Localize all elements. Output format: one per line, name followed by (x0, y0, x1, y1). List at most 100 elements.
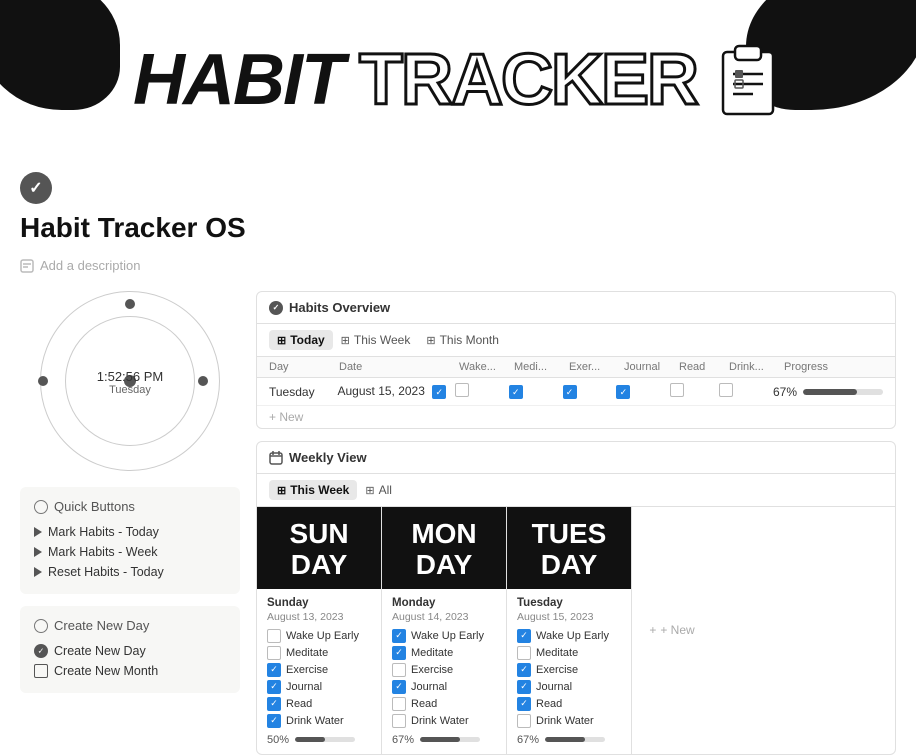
tab-this-month[interactable]: ⊞ This Month (418, 330, 507, 350)
read-check-sun[interactable] (267, 697, 281, 711)
add-description-button[interactable]: Add a description (20, 252, 896, 279)
row-exercise (563, 384, 617, 400)
med-check-sun[interactable] (267, 646, 281, 660)
wake-checkbox[interactable] (455, 383, 469, 397)
day-date-tuesday: August 15, 2023 (517, 611, 621, 623)
exercise-checkbox[interactable] (563, 385, 577, 399)
col-header-progress[interactable]: Progress (784, 361, 883, 373)
tab-this-week-weekly-icon: ⊞ (277, 484, 286, 497)
quick-button-item-0[interactable]: Mark Habits - Today (34, 522, 226, 542)
create-new-day-item-0[interactable]: Create New Day (34, 641, 226, 661)
ex-check-tue[interactable] (517, 663, 531, 677)
read-check-tue[interactable] (517, 697, 531, 711)
med-check-mon[interactable] (392, 646, 406, 660)
col-header-exercise[interactable]: Exer... (569, 361, 624, 373)
read-checkbox[interactable] (670, 383, 684, 397)
progress-container: 67% (773, 385, 883, 399)
drink-label-tue: Drink Water (536, 715, 594, 727)
meditate-checkbox[interactable] (509, 385, 523, 399)
tab-this-week-label: This Week (354, 333, 410, 347)
wake-check-tue[interactable] (517, 629, 531, 643)
create-new-day-icon (34, 619, 48, 633)
day-name-line1-tuesday: TUES (507, 519, 631, 550)
tab-today-label: Today (290, 333, 324, 347)
med-check-tue[interactable] (517, 646, 531, 660)
play-icon-0 (34, 527, 42, 537)
day-date-sunday: August 13, 2023 (267, 611, 371, 623)
day-progress-bar-tue (545, 737, 605, 742)
col-header-journal[interactable]: Journal (624, 361, 679, 373)
page-content: Habit Tracker OS Add a description 1:52:… (0, 172, 916, 755)
col-header-day[interactable]: Day (269, 361, 339, 373)
drink-label-mon: Drink Water (411, 715, 469, 727)
wake-check-mon[interactable] (392, 629, 406, 643)
day-progress-sunday: 50% (267, 734, 371, 746)
day-card-name-monday: MON DAY (382, 507, 506, 589)
create-new-day-label-0: Create New Day (54, 644, 146, 658)
title-area: HABIT TRACKER (133, 39, 783, 121)
quick-buttons-section: Quick Buttons Mark Habits - Today Mark H… (20, 487, 240, 594)
ex-check-sun[interactable] (267, 663, 281, 677)
tab-today[interactable]: ⊞ Today (269, 330, 333, 350)
quick-buttons-icon (34, 500, 48, 514)
add-new-day-card[interactable]: + + New (632, 507, 712, 754)
ex-check-mon[interactable] (392, 663, 406, 677)
med-label-sun: Meditate (286, 647, 328, 659)
habit-read-monday: Read (392, 697, 496, 711)
jour-check-mon[interactable] (392, 680, 406, 694)
wake-check-sun[interactable] (267, 629, 281, 643)
day-card-body-tuesday: Tuesday August 15, 2023 Wake Up Early Me… (507, 589, 631, 754)
clock-dot-top (125, 299, 135, 309)
play-icon-2 (34, 567, 42, 577)
habit-read-sunday: Read (267, 697, 371, 711)
drink-checkbox[interactable] (719, 383, 733, 397)
quick-button-label-2: Reset Habits - Today (48, 565, 164, 579)
create-new-day-section: Create New Day Create New Day Create New… (20, 606, 240, 693)
weekly-view-section: Weekly View ⊞ This Week ⊞ All (256, 441, 896, 755)
drink-check-mon[interactable] (392, 714, 406, 728)
row-date-check[interactable] (432, 385, 446, 399)
create-new-month-item[interactable]: Create New Month (34, 661, 226, 681)
quick-button-item-1[interactable]: Mark Habits - Week (34, 542, 226, 562)
read-label-sun: Read (286, 698, 312, 710)
title-habit: HABIT (133, 39, 343, 121)
row-read (670, 383, 719, 400)
add-new-row[interactable]: + New (257, 406, 895, 428)
day-progress-bar-sun (295, 737, 355, 742)
day-name-line2-tuesday: DAY (507, 550, 631, 581)
weekly-view-header: Weekly View (257, 442, 895, 474)
habit-meditate-sunday: Meditate (267, 646, 371, 660)
drink-check-tue[interactable] (517, 714, 531, 728)
col-header-date[interactable]: Date (339, 361, 459, 373)
tab-this-week[interactable]: ⊞ This Week (333, 330, 419, 350)
col-header-meditate[interactable]: Medi... (514, 361, 569, 373)
progress-pct-mon: 67% (392, 734, 414, 746)
jour-label-sun: Journal (286, 681, 322, 693)
add-new-icon: + (649, 623, 656, 637)
day-progress-bar-mon (420, 737, 480, 742)
page-title: Habit Tracker OS (20, 212, 896, 244)
tab-all-weekly[interactable]: ⊞ All (357, 480, 400, 500)
journal-checkbox[interactable] (616, 385, 630, 399)
jour-check-tue[interactable] (517, 680, 531, 694)
drink-label-sun: Drink Water (286, 715, 344, 727)
day-label-monday: Monday (392, 597, 496, 609)
day-progress-fill-sun (295, 737, 325, 742)
wake-label-tue: Wake Up Early (536, 630, 609, 642)
clipboard-icon (713, 40, 783, 120)
day-progress-fill-mon (420, 737, 460, 742)
col-header-wake[interactable]: Wake... (459, 361, 514, 373)
read-check-mon[interactable] (392, 697, 406, 711)
quick-button-label-1: Mark Habits - Week (48, 545, 158, 559)
col-header-drink[interactable]: Drink... (729, 361, 784, 373)
habit-journal-tuesday: Journal (517, 680, 621, 694)
day-name-line1-sunday: SUN (257, 519, 381, 550)
drink-check-sun[interactable] (267, 714, 281, 728)
day-label-sunday: Sunday (267, 597, 371, 609)
col-header-read[interactable]: Read (679, 361, 729, 373)
habit-journal-sunday: Journal (267, 680, 371, 694)
jour-check-sun[interactable] (267, 680, 281, 694)
quick-button-item-2[interactable]: Reset Habits - Today (34, 562, 226, 582)
tab-this-week-weekly[interactable]: ⊞ This Week (269, 480, 357, 500)
day-card-body-monday: Monday August 14, 2023 Wake Up Early Med… (382, 589, 506, 754)
